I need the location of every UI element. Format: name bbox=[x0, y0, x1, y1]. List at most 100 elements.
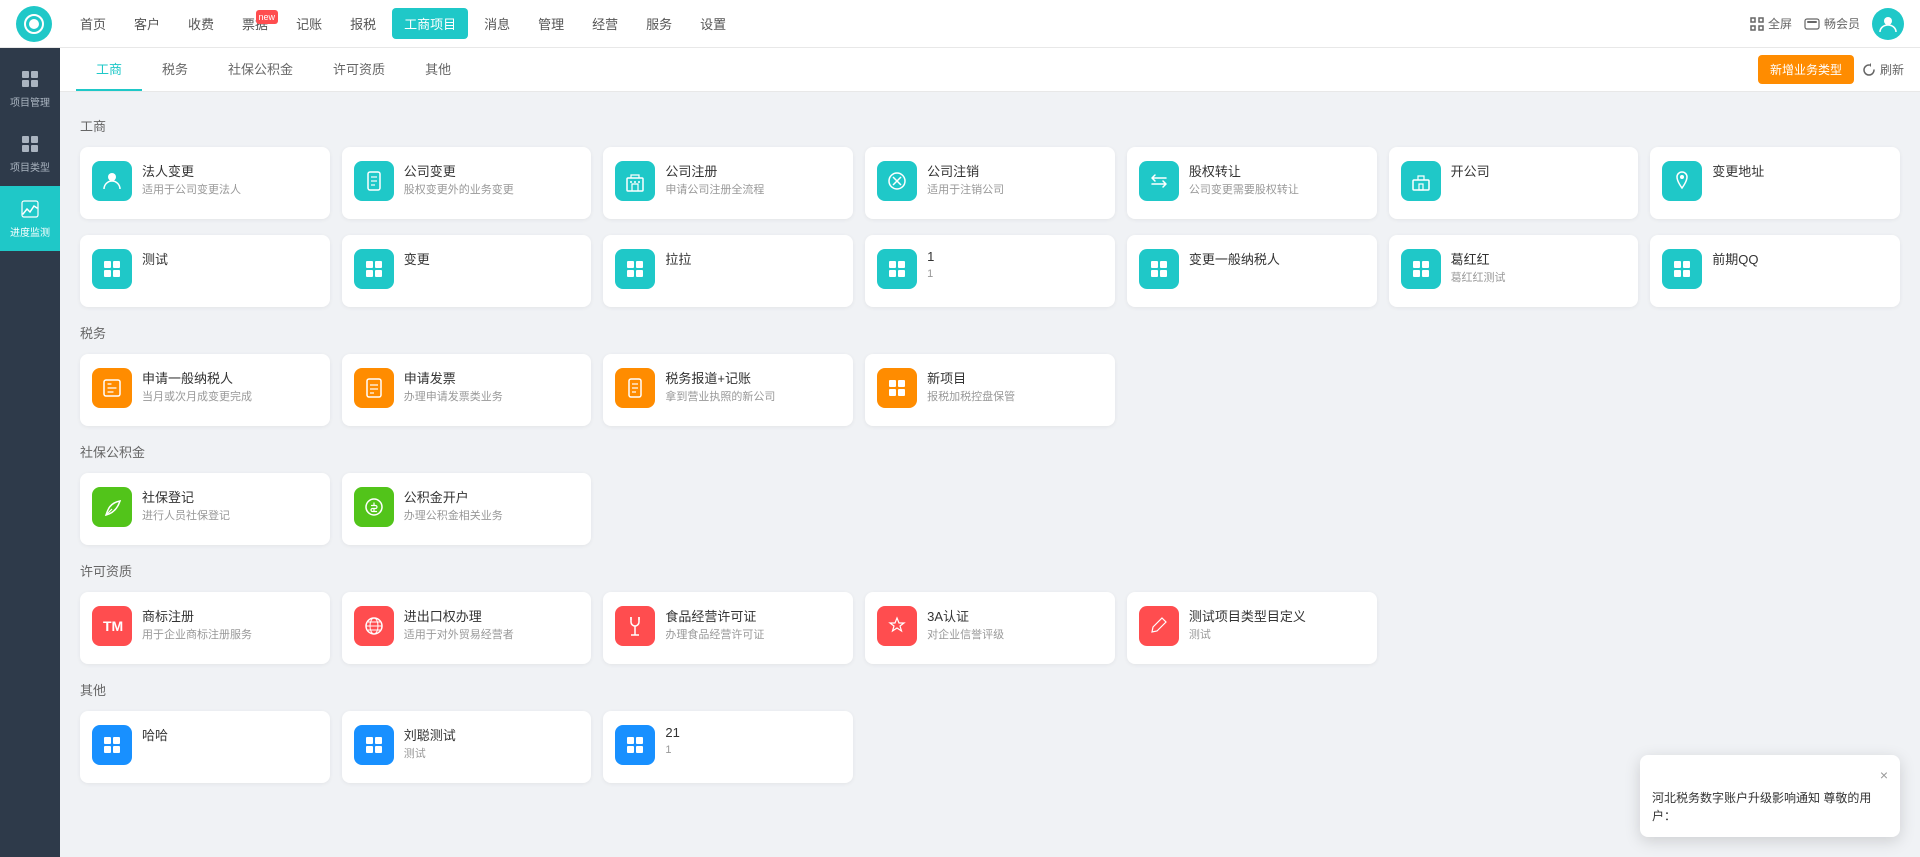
nav-item-management[interactable]: 管理 bbox=[526, 8, 576, 39]
card-tax-report-accounting[interactable]: 税务报道+记账拿到营业执照的新公司 bbox=[603, 354, 853, 426]
card-mehonghong[interactable]: 葛红红葛红红测试 bbox=[1389, 235, 1639, 307]
card-company-change[interactable]: 公司变更股权变更外的业务变更 bbox=[342, 147, 592, 219]
user-avatar[interactable] bbox=[1872, 8, 1904, 40]
card-content-company-reg: 公司注册申请公司注册全流程 bbox=[665, 161, 841, 198]
nav-item-services[interactable]: 服务 bbox=[634, 8, 684, 39]
card-icon-tax-report-accounting bbox=[615, 368, 655, 408]
card-food-license[interactable]: 食品经营许可证办理食品经营许可证 bbox=[603, 592, 853, 664]
nav-item-billing[interactable]: 收费 bbox=[176, 8, 226, 39]
card-import-export[interactable]: 进出口权办理适用于对外贸易经营者 bbox=[342, 592, 592, 664]
card-title-test-type-def: 测试项目类型目定义 bbox=[1189, 606, 1365, 625]
card-3a-cert[interactable]: 3A认证对企业信誉评级 bbox=[865, 592, 1115, 664]
card-apply-general-tax[interactable]: 申请一般纳税人当月或次月成变更完成 bbox=[80, 354, 330, 426]
card-liu-cey-test[interactable]: 刘聪测试测试 bbox=[342, 711, 592, 783]
sidebar-item-project-type[interactable]: 项目类型 bbox=[0, 121, 60, 186]
nav-item-home[interactable]: 首页 bbox=[68, 8, 118, 39]
other-cards: 哈哈 刘聪测试测试 211 bbox=[80, 711, 1900, 783]
card-lala[interactable]: 拉拉 bbox=[603, 235, 853, 307]
sidebar-item-project-mgmt[interactable]: 项目管理 bbox=[0, 56, 60, 121]
notification-text: 河北税务数字账户升级影响通知 尊敬的用户： bbox=[1652, 789, 1888, 825]
card-content-test-type-def: 测试项目类型目定义测试 bbox=[1189, 606, 1365, 643]
card-content-qianqi-qq: 前期QQ bbox=[1712, 249, 1888, 271]
notification-header: × bbox=[1652, 767, 1888, 783]
card-qianqi-qq[interactable]: 前期QQ bbox=[1650, 235, 1900, 307]
card-change-tax[interactable]: 变更一般纳税人 bbox=[1127, 235, 1377, 307]
nav-item-accounting[interactable]: 记账 bbox=[284, 8, 334, 39]
vip-icon bbox=[1804, 17, 1820, 31]
card-content-new-project: 新项目报税加税控盘保管 bbox=[927, 368, 1103, 405]
card-open-company[interactable]: 开公司 bbox=[1389, 147, 1639, 219]
card-new-project[interactable]: 新项目报税加税控盘保管 bbox=[865, 354, 1115, 426]
logo bbox=[16, 6, 52, 42]
card-haha[interactable]: 哈哈 bbox=[80, 711, 330, 783]
card-title-apply-general-tax: 申请一般纳税人 bbox=[142, 368, 318, 387]
card-content-change: 变更 bbox=[404, 249, 580, 271]
card-test-type-def[interactable]: 测试项目类型目定义测试 bbox=[1127, 592, 1377, 664]
nav-item-settings[interactable]: 设置 bbox=[688, 8, 738, 39]
tab-license[interactable]: 许可资质 bbox=[313, 48, 405, 91]
card-desc-new-project: 报税加税控盘保管 bbox=[927, 390, 1103, 405]
card-content-lala: 拉拉 bbox=[665, 249, 841, 271]
tabs: 工商 税务 社保公积金 许可资质 其他 bbox=[76, 48, 471, 91]
card-icon-apply-general-tax bbox=[92, 368, 132, 408]
sidebar-item-progress-monitor[interactable]: 进度监测 bbox=[0, 186, 60, 251]
add-type-button[interactable]: 新增业务类型 bbox=[1758, 55, 1854, 84]
card-title-open-company: 开公司 bbox=[1451, 161, 1627, 180]
tab-industry[interactable]: 工商 bbox=[76, 48, 142, 91]
nav-item-tickets[interactable]: 票据new bbox=[230, 8, 280, 39]
card-apply-invoice[interactable]: 申请发票办理申请发票类业务 bbox=[342, 354, 592, 426]
card-legal-change[interactable]: 法人变更适用于公司变更法人 bbox=[80, 147, 330, 219]
card-title-apply-invoice: 申请发票 bbox=[404, 368, 580, 387]
tab-other[interactable]: 其他 bbox=[405, 48, 471, 91]
card-trademark-reg[interactable]: TM商标注册用于企业商标注册服务 bbox=[80, 592, 330, 664]
card-content-liu-cey-test: 刘聪测试测试 bbox=[404, 725, 580, 762]
card-content-fund-account: 公积金开户办理公积金相关业务 bbox=[404, 487, 580, 524]
card-social-reg[interactable]: 社保登记进行人员社保登记 bbox=[80, 473, 330, 545]
card-change[interactable]: 变更 bbox=[342, 235, 592, 307]
nav-item-operations[interactable]: 经营 bbox=[580, 8, 630, 39]
card-desc-equity-transfer: 公司变更需要股权转让 bbox=[1189, 183, 1365, 198]
social-fund-cards: 社保登记进行人员社保登记 公积金开户办理公积金相关业务 bbox=[80, 473, 1900, 545]
card-title-company-cancel: 公司注销 bbox=[927, 161, 1103, 180]
fullscreen-button[interactable]: 全屏 bbox=[1750, 15, 1792, 32]
project-mgmt-icon bbox=[19, 68, 41, 90]
card-title-legal-change: 法人变更 bbox=[142, 161, 318, 180]
card-icon-company-cancel bbox=[877, 161, 917, 201]
card-one[interactable]: 11 bbox=[865, 235, 1115, 307]
svg-text:TM: TM bbox=[103, 618, 123, 634]
card-content-mehonghong: 葛红红葛红红测试 bbox=[1451, 249, 1627, 286]
tab-social-fund[interactable]: 社保公积金 bbox=[208, 48, 313, 91]
logo-icon bbox=[24, 14, 44, 34]
card-change-address[interactable]: 变更地址 bbox=[1650, 147, 1900, 219]
nav-badge-tickets: new bbox=[256, 10, 279, 24]
card-title-mehonghong: 葛红红 bbox=[1451, 249, 1627, 268]
card-twenty-one[interactable]: 211 bbox=[603, 711, 853, 783]
card-desc-tax-report-accounting: 拿到营业执照的新公司 bbox=[665, 390, 841, 405]
card-company-reg[interactable]: 公司注册申请公司注册全流程 bbox=[603, 147, 853, 219]
card-company-cancel[interactable]: 公司注销适用于注销公司 bbox=[865, 147, 1115, 219]
card-icon-mehonghong bbox=[1401, 249, 1441, 289]
card-content-3a-cert: 3A认证对企业信誉评级 bbox=[927, 606, 1103, 643]
nav-right: 全屏 畅会员 bbox=[1750, 8, 1904, 40]
refresh-button[interactable]: 刷新 bbox=[1862, 61, 1904, 78]
tab-tax[interactable]: 税务 bbox=[142, 48, 208, 91]
nav-item-messages[interactable]: 消息 bbox=[472, 8, 522, 39]
vip-button[interactable]: 畅会员 bbox=[1804, 15, 1860, 32]
industry-cards-row1: 法人变更适用于公司变更法人公司变更股权变更外的业务变更 公司注册申请公司注册全流程… bbox=[80, 147, 1900, 219]
card-title-trademark-reg: 商标注册 bbox=[142, 606, 318, 625]
nav-item-tax[interactable]: 报税 bbox=[338, 8, 388, 39]
card-test[interactable]: 测试 bbox=[80, 235, 330, 307]
card-content-food-license: 食品经营许可证办理食品经营许可证 bbox=[665, 606, 841, 643]
card-equity-transfer[interactable]: 股权转让公司变更需要股权转让 bbox=[1127, 147, 1377, 219]
card-content-tax-report-accounting: 税务报道+记账拿到营业执照的新公司 bbox=[665, 368, 841, 405]
card-fund-account[interactable]: 公积金开户办理公积金相关业务 bbox=[342, 473, 592, 545]
card-desc-mehonghong: 葛红红测试 bbox=[1451, 271, 1627, 286]
card-desc-3a-cert: 对企业信誉评级 bbox=[927, 628, 1103, 643]
tab-actions: 新增业务类型 刷新 bbox=[1758, 55, 1904, 84]
card-desc-test-type-def: 测试 bbox=[1189, 628, 1365, 643]
card-desc-company-cancel: 适用于注销公司 bbox=[927, 183, 1103, 198]
card-icon-test-type-def bbox=[1139, 606, 1179, 646]
notification-close-button[interactable]: × bbox=[1880, 767, 1888, 783]
nav-item-industry[interactable]: 工商项目 bbox=[392, 8, 468, 39]
nav-item-customer[interactable]: 客户 bbox=[122, 8, 172, 39]
